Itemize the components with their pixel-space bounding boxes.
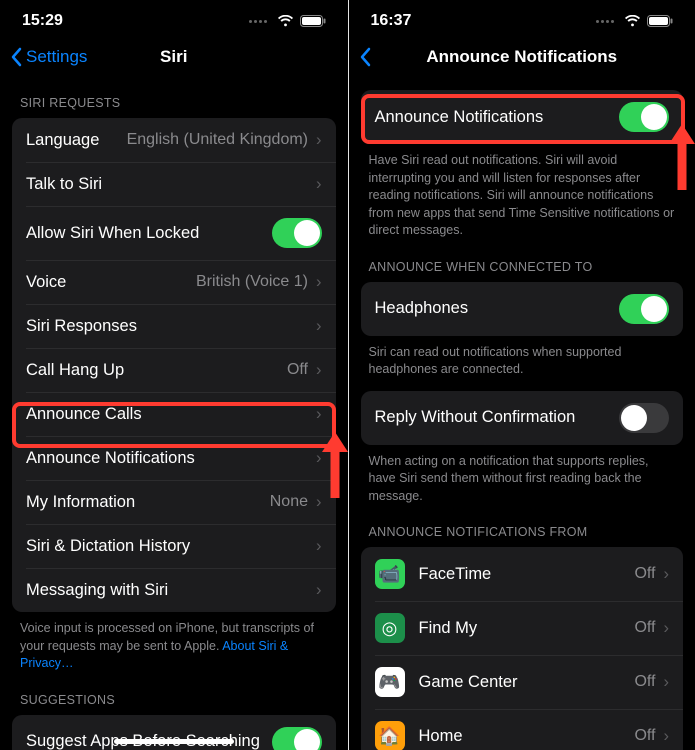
- toggle-reply-without-confirmation[interactable]: [619, 403, 669, 433]
- row-announce-notifications[interactable]: Announce Notifications ›: [12, 436, 336, 480]
- nav-bar: Announce Notifications: [349, 36, 695, 80]
- chevron-right-icon: ›: [316, 581, 322, 600]
- row-suggest-apps[interactable]: Suggest Apps Before Searching: [12, 715, 336, 750]
- chevron-right-icon: ›: [316, 317, 322, 336]
- phone-right: 16:37 Announce Notifications Announce No…: [349, 0, 695, 750]
- group-suggestions: Suggest Apps Before Searching Reset Hidd…: [12, 715, 336, 750]
- chevron-right-icon: ›: [316, 449, 322, 468]
- row-responses[interactable]: Siri Responses ›: [12, 304, 336, 348]
- cell-dots-icon: [249, 20, 267, 23]
- row-label: Messaging with Siri: [26, 581, 316, 600]
- row-label: Language: [26, 131, 127, 150]
- status-bar: 16:37: [349, 0, 695, 36]
- app-name: Home: [419, 727, 635, 746]
- section-header-requests: SIRI REQUESTS: [0, 80, 348, 118]
- chevron-right-icon: ›: [664, 619, 670, 638]
- row-value: None: [270, 493, 308, 511]
- row-value: English (United Kingdom): [127, 131, 308, 149]
- app-value: Off: [634, 565, 655, 583]
- battery-icon: [300, 15, 326, 27]
- row-label: Announce Notifications: [375, 108, 620, 127]
- toggle-suggest-apps[interactable]: [272, 727, 322, 750]
- chevron-right-icon: ›: [316, 131, 322, 150]
- section-header-suggestions: SUGGESTIONS: [0, 677, 348, 715]
- row-label: Siri & Dictation History: [26, 537, 316, 556]
- row-label: Allow Siri When Locked: [26, 224, 272, 243]
- status-time: 16:37: [371, 12, 412, 30]
- row-announce-calls[interactable]: Announce Calls ›: [12, 392, 336, 436]
- footer-privacy: Voice input is processed on iPhone, but …: [0, 612, 348, 677]
- status-bar: 15:29: [0, 0, 348, 36]
- row-label: Reply Without Confirmation: [375, 408, 620, 427]
- app-icon: ◎: [375, 613, 405, 643]
- row-my-information[interactable]: My Information None ›: [12, 480, 336, 524]
- chevron-right-icon: ›: [316, 493, 322, 512]
- reply-desc: When acting on a notification that suppo…: [349, 445, 695, 510]
- chevron-right-icon: ›: [316, 361, 322, 380]
- app-value: Off: [634, 673, 655, 691]
- row-label: My Information: [26, 493, 270, 512]
- cell-dots-icon: [596, 20, 614, 23]
- app-value: Off: [634, 619, 655, 637]
- row-call-hangup[interactable]: Call Hang Up Off ›: [12, 348, 336, 392]
- row-value: Off: [287, 361, 308, 379]
- chevron-right-icon: ›: [664, 727, 670, 746]
- home-indicator[interactable]: [114, 739, 234, 744]
- row-label: Siri Responses: [26, 317, 316, 336]
- row-reply-without-confirmation[interactable]: Reply Without Confirmation: [361, 391, 684, 445]
- wifi-icon: [277, 15, 294, 27]
- nav-bar: Settings Siri: [0, 36, 348, 80]
- row-app[interactable]: 📹 FaceTimeOff ›: [361, 547, 684, 601]
- app-icon: 🎮: [375, 667, 405, 697]
- row-label: Voice: [26, 273, 196, 292]
- toggle-allow-locked[interactable]: [272, 218, 322, 248]
- row-history[interactable]: Siri & Dictation History ›: [12, 524, 336, 568]
- app-name: Find My: [419, 619, 635, 638]
- nav-title: Announce Notifications: [349, 47, 695, 67]
- row-app[interactable]: ◎ Find MyOff ›: [361, 601, 684, 655]
- chevron-right-icon: ›: [316, 175, 322, 194]
- row-language[interactable]: Language English (United Kingdom) ›: [12, 118, 336, 162]
- row-label: Call Hang Up: [26, 361, 287, 380]
- chevron-right-icon: ›: [316, 273, 322, 292]
- row-messaging[interactable]: Messaging with Siri ›: [12, 568, 336, 612]
- row-label: Announce Notifications: [26, 449, 316, 468]
- phone-left: 15:29 Settings Siri SIRI REQUESTS Langua…: [0, 0, 348, 750]
- nav-title: Siri: [0, 47, 348, 67]
- status-time: 15:29: [22, 12, 63, 30]
- row-app[interactable]: 🏠 HomeOff ›: [361, 709, 684, 750]
- app-name: Game Center: [419, 673, 635, 692]
- row-announce-notifications-toggle[interactable]: Announce Notifications: [361, 90, 684, 144]
- row-label: Headphones: [375, 299, 620, 318]
- group-reply: Reply Without Confirmation: [361, 391, 684, 445]
- battery-icon: [647, 15, 673, 27]
- row-label: Announce Calls: [26, 405, 316, 424]
- section-header-from: ANNOUNCE NOTIFICATIONS FROM: [349, 509, 695, 547]
- toggle-announce-notifications[interactable]: [619, 102, 669, 132]
- row-value: British (Voice 1): [196, 273, 308, 291]
- row-app[interactable]: 🎮 Game CenterOff ›: [361, 655, 684, 709]
- group-headphones: Headphones: [361, 282, 684, 336]
- group-apps: 📹FaceTimeOff›◎Find MyOff›🎮Game CenterOff…: [361, 547, 684, 750]
- row-voice[interactable]: Voice British (Voice 1) ›: [12, 260, 336, 304]
- app-value: Off: [634, 727, 655, 745]
- group-main-toggle: Announce Notifications: [361, 90, 684, 144]
- section-header-connected: ANNOUNCE WHEN CONNECTED TO: [349, 244, 695, 282]
- chevron-right-icon: ›: [664, 673, 670, 692]
- row-label: Talk to Siri: [26, 175, 316, 194]
- chevron-right-icon: ›: [316, 537, 322, 556]
- wifi-icon: [624, 15, 641, 27]
- row-headphones[interactable]: Headphones: [361, 282, 684, 336]
- main-desc: Have Siri read out notifications. Siri w…: [349, 144, 695, 244]
- app-name: FaceTime: [419, 565, 635, 584]
- toggle-headphones[interactable]: [619, 294, 669, 324]
- row-allow-locked[interactable]: Allow Siri When Locked: [12, 206, 336, 260]
- chevron-right-icon: ›: [664, 565, 670, 584]
- headphones-desc: Siri can read out notifications when sup…: [349, 336, 695, 383]
- app-icon: 📹: [375, 559, 405, 589]
- chevron-right-icon: ›: [316, 405, 322, 424]
- row-talk-to-siri[interactable]: Talk to Siri ›: [12, 162, 336, 206]
- app-icon: 🏠: [375, 721, 405, 750]
- group-siri-requests: Language English (United Kingdom) › Talk…: [12, 118, 336, 612]
